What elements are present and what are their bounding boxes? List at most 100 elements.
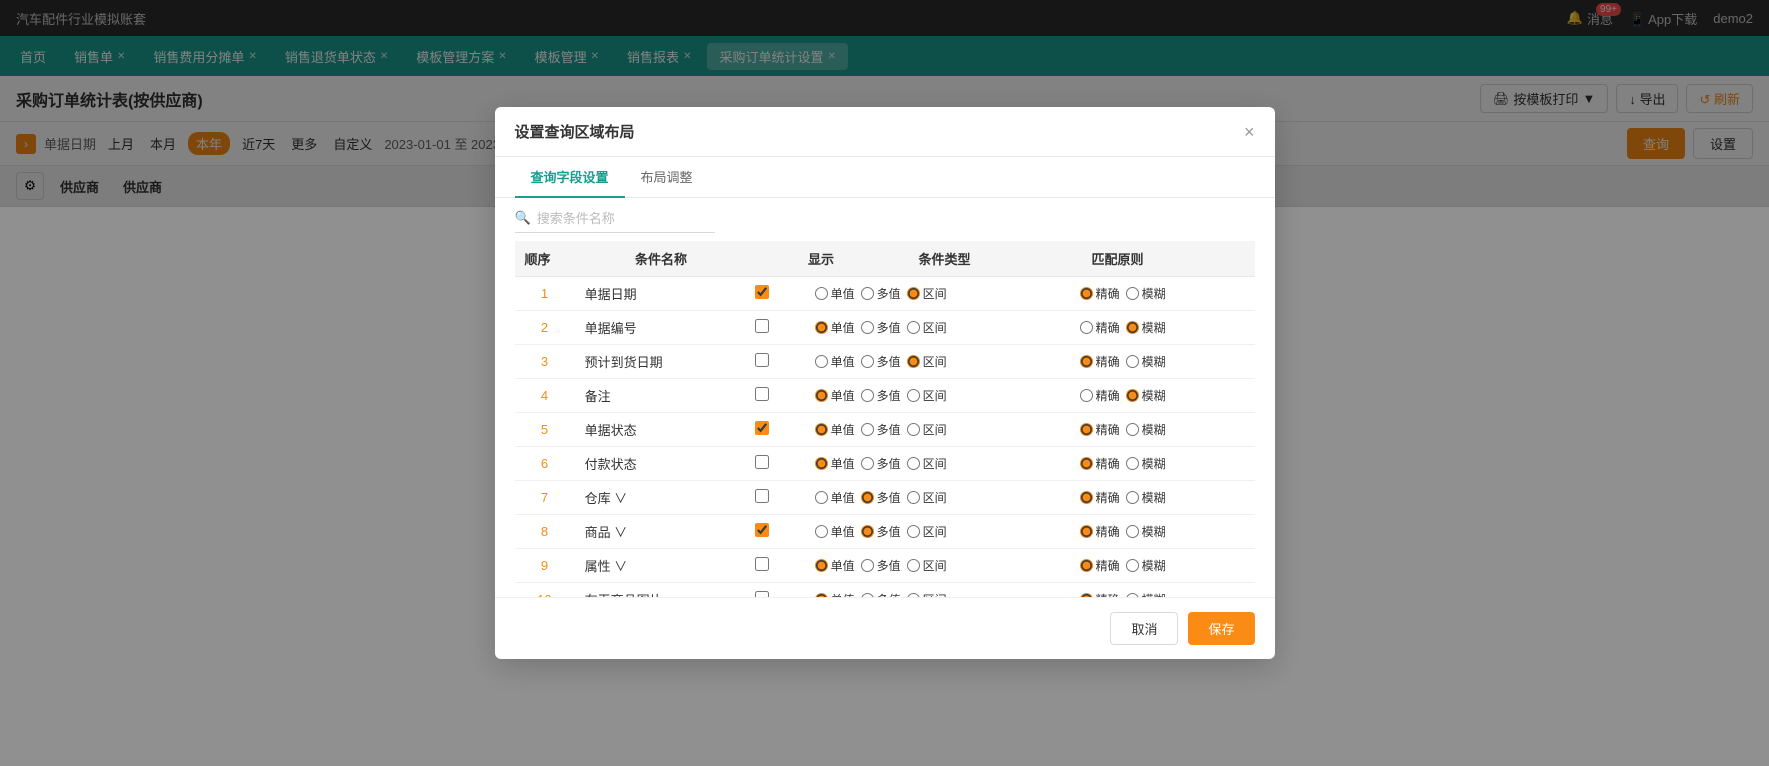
match-option[interactable]: 模糊 (1126, 353, 1166, 370)
type-option[interactable]: 区间 (907, 421, 947, 438)
row-display[interactable] (745, 549, 804, 583)
display-checkbox[interactable] (755, 319, 769, 333)
type-option[interactable]: 单值 (815, 523, 855, 540)
row-display[interactable] (745, 447, 804, 481)
table-row: 8商品 ∨单值多值区间精确模糊 (515, 515, 1255, 549)
row-order: 9 (515, 549, 575, 583)
match-option[interactable]: 精确 (1080, 557, 1120, 574)
row-match: 精确模糊 (1070, 481, 1255, 515)
type-option[interactable]: 单值 (815, 557, 855, 574)
match-option[interactable]: 模糊 (1126, 285, 1166, 302)
match-option[interactable]: 模糊 (1126, 387, 1166, 404)
table-row: 10有无商品图片单值多值区间精确模糊 (515, 583, 1255, 598)
type-option[interactable]: 单值 (815, 455, 855, 472)
match-option[interactable]: 精确 (1080, 319, 1120, 336)
match-option[interactable]: 精确 (1080, 387, 1120, 404)
table-scroll-area: 1单据日期单值多值区间精确模糊2单据编号单值多值区间精确模糊3预计到货日期单值多… (515, 277, 1255, 597)
type-option[interactable]: 多值 (861, 353, 901, 370)
row-type: 单值多值区间 (805, 277, 1070, 311)
match-option[interactable]: 精确 (1080, 353, 1120, 370)
type-option[interactable]: 多值 (861, 523, 901, 540)
match-option[interactable]: 模糊 (1126, 421, 1166, 438)
type-option[interactable]: 单值 (815, 489, 855, 506)
display-checkbox[interactable] (755, 557, 769, 571)
match-option[interactable]: 模糊 (1126, 523, 1166, 540)
col-name: 条件名称 (625, 241, 798, 277)
type-option[interactable]: 区间 (907, 387, 947, 404)
row-match: 精确模糊 (1070, 413, 1255, 447)
table-row: 1单据日期单值多值区间精确模糊 (515, 277, 1255, 311)
row-display[interactable] (745, 277, 804, 311)
match-option[interactable]: 模糊 (1126, 455, 1166, 472)
type-option[interactable]: 单值 (815, 285, 855, 302)
row-name: 预计到货日期 (575, 345, 746, 379)
type-option[interactable]: 区间 (907, 319, 947, 336)
row-name: 单据日期 (575, 277, 746, 311)
type-option[interactable]: 区间 (907, 523, 947, 540)
type-option[interactable]: 多值 (861, 421, 901, 438)
save-button[interactable]: 保存 (1188, 612, 1254, 645)
row-display[interactable] (745, 345, 804, 379)
row-type: 单值多值区间 (805, 379, 1070, 413)
row-type: 单值多值区间 (805, 515, 1070, 549)
tab-query-fields[interactable]: 查询字段设置 (515, 157, 625, 198)
type-option[interactable]: 区间 (907, 285, 947, 302)
dialog-title: 设置查询区域布局 (515, 121, 635, 142)
row-display[interactable] (745, 311, 804, 345)
row-display[interactable] (745, 515, 804, 549)
type-option[interactable]: 单值 (815, 319, 855, 336)
display-checkbox[interactable] (755, 285, 769, 299)
row-order: 2 (515, 311, 575, 345)
match-option[interactable]: 模糊 (1126, 319, 1166, 336)
row-display[interactable] (745, 413, 804, 447)
type-option[interactable]: 单值 (815, 387, 855, 404)
type-option[interactable]: 区间 (907, 353, 947, 370)
col-order: 顺序 (515, 241, 626, 277)
type-option[interactable]: 单值 (815, 421, 855, 438)
row-name: 有无商品图片 (575, 583, 746, 598)
type-option[interactable]: 区间 (907, 455, 947, 472)
match-option[interactable]: 精确 (1080, 523, 1120, 540)
type-option[interactable]: 区间 (907, 557, 947, 574)
type-option[interactable]: 多值 (861, 285, 901, 302)
type-option[interactable]: 单值 (815, 353, 855, 370)
display-checkbox[interactable] (755, 523, 769, 537)
row-display[interactable] (745, 583, 804, 598)
type-option[interactable]: 多值 (861, 557, 901, 574)
match-option[interactable]: 精确 (1080, 489, 1120, 506)
display-checkbox[interactable] (755, 353, 769, 367)
row-display[interactable] (745, 379, 804, 413)
dialog-table: 顺序 条件名称 显示 条件类型 匹配原则 (515, 241, 1255, 277)
type-option[interactable]: 多值 (861, 387, 901, 404)
row-type: 单值多值区间 (805, 481, 1070, 515)
row-type: 单值多值区间 (805, 447, 1070, 481)
table-row: 5单据状态单值多值区间精确模糊 (515, 413, 1255, 447)
table-row: 9属性 ∨单值多值区间精确模糊 (515, 549, 1255, 583)
type-option[interactable]: 多值 (861, 455, 901, 472)
display-checkbox[interactable] (755, 421, 769, 435)
row-match: 精确模糊 (1070, 583, 1255, 598)
match-option[interactable]: 精确 (1080, 285, 1120, 302)
match-option[interactable]: 模糊 (1126, 489, 1166, 506)
type-option[interactable]: 多值 (861, 489, 901, 506)
row-match: 精确模糊 (1070, 447, 1255, 481)
row-match: 精确模糊 (1070, 379, 1255, 413)
type-option[interactable]: 区间 (907, 489, 947, 506)
match-option[interactable]: 模糊 (1126, 557, 1166, 574)
match-option[interactable]: 精确 (1080, 421, 1120, 438)
row-type: 单值多值区间 (805, 345, 1070, 379)
row-match: 精确模糊 (1070, 549, 1255, 583)
search-box: 🔍 (515, 210, 715, 233)
display-checkbox[interactable] (755, 455, 769, 469)
tab-layout[interactable]: 布局调整 (625, 157, 709, 198)
match-option[interactable]: 精确 (1080, 455, 1120, 472)
display-checkbox[interactable] (755, 489, 769, 503)
row-display[interactable] (745, 481, 804, 515)
cancel-button[interactable]: 取消 (1110, 612, 1178, 645)
table-row: 3预计到货日期单值多值区间精确模糊 (515, 345, 1255, 379)
search-input[interactable] (537, 211, 687, 226)
display-checkbox[interactable] (755, 387, 769, 401)
col-type: 条件类型 (909, 241, 1082, 277)
type-option[interactable]: 多值 (861, 319, 901, 336)
dialog-close-button[interactable]: × (1244, 123, 1255, 141)
